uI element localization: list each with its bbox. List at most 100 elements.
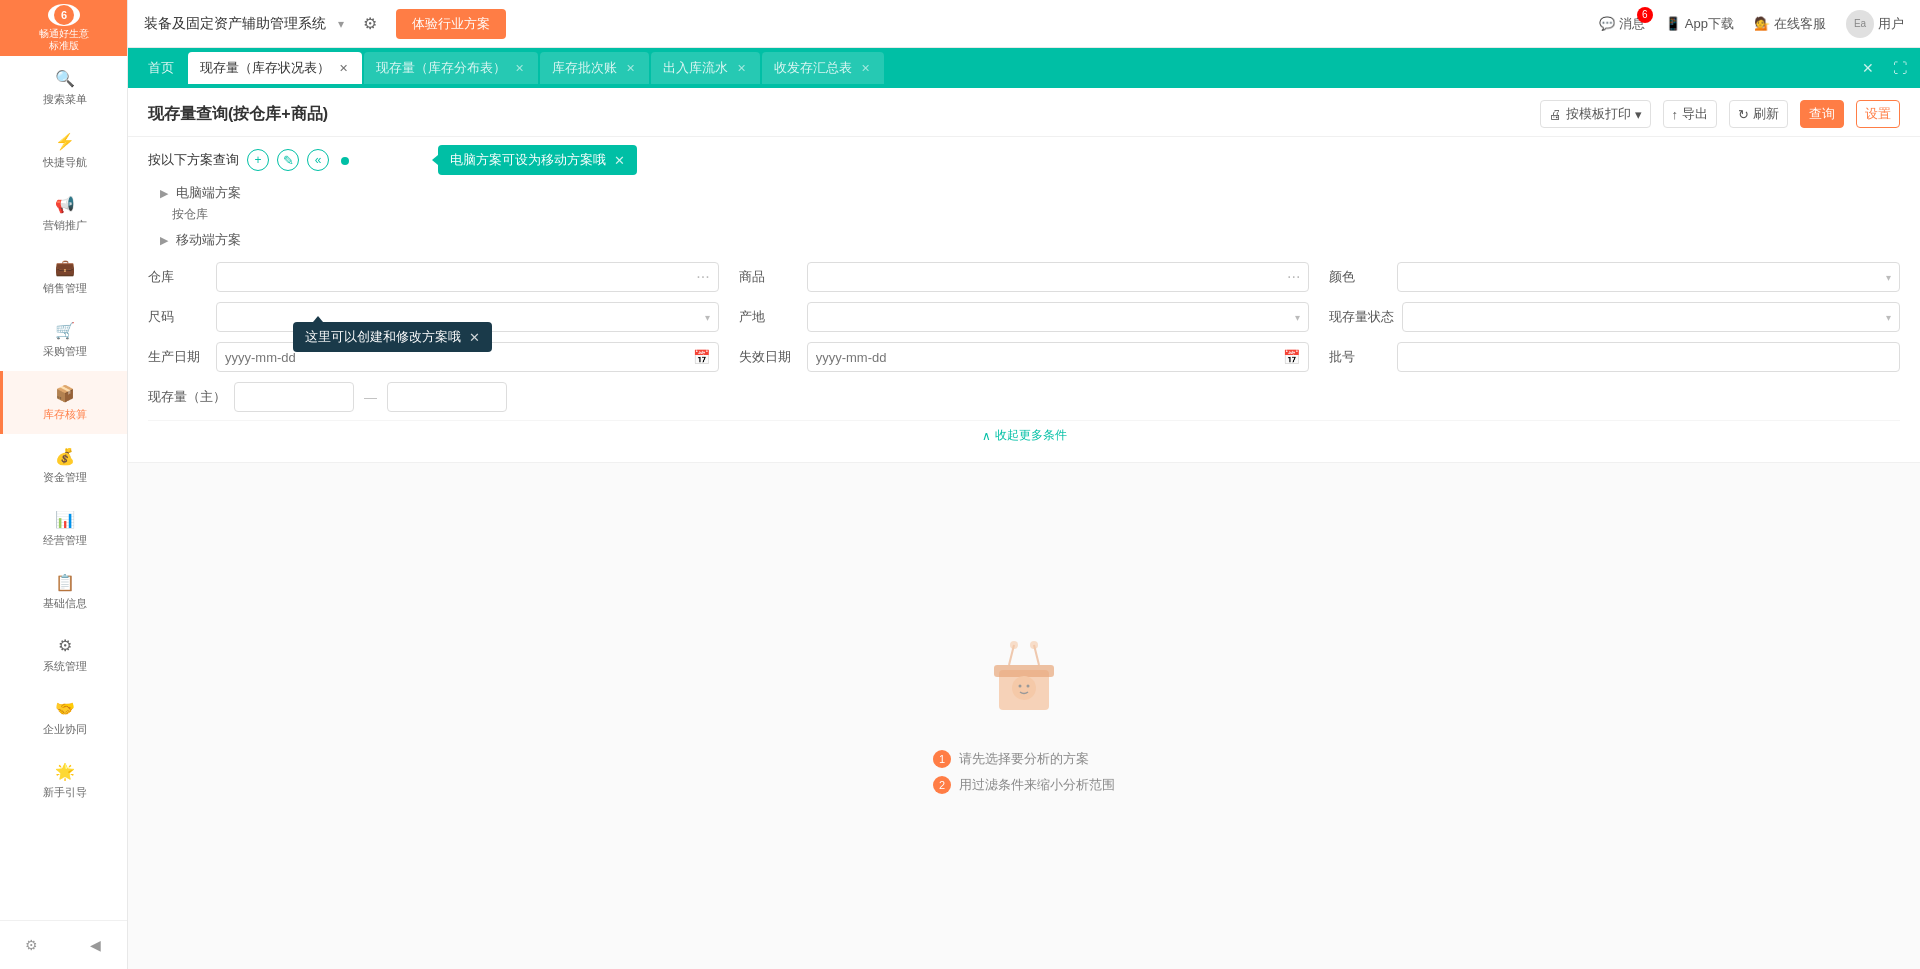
sidebar-item-search[interactable]: 🔍 搜索菜单 (0, 56, 127, 119)
scheme-tooltip-1: 电脑方案可设为移动方案哦 ✕ (438, 145, 637, 175)
sidebar-item-nav[interactable]: ⚡ 快捷导航 (0, 119, 127, 182)
online-service-button[interactable]: 💁 在线客服 (1754, 15, 1826, 33)
finance-icon: 💰 (55, 446, 75, 466)
warehouse-label: 仓库 (148, 268, 208, 286)
topbar-settings-button[interactable]: ⚙ (356, 10, 384, 38)
page-content: 现存量查询(按仓库+商品) 🖨 按模板打印 ▾ ↑ 导出 ↻ 刷新 查询 设置 (128, 88, 1920, 969)
app-download-button[interactable]: 📱 App下载 (1665, 15, 1734, 33)
tabbar-close-all-button[interactable]: ✕ (1856, 56, 1880, 80)
marketing-icon: 📢 (55, 194, 75, 214)
sidebar-item-purchase[interactable]: 🛒 采购管理 (0, 308, 127, 371)
query-button[interactable]: 查询 (1800, 100, 1844, 128)
page-header: 现存量查询(按仓库+商品) 🖨 按模板打印 ▾ ↑ 导出 ↻ 刷新 查询 设置 (128, 88, 1920, 137)
filter-row-origin: 产地 ▾ (739, 302, 1310, 332)
settings-button[interactable]: 设置 (1856, 100, 1900, 128)
sales-icon: 💼 (55, 257, 75, 277)
sidebar-item-sales[interactable]: 💼 销售管理 (0, 245, 127, 308)
edit-scheme-button[interactable]: ✎ (277, 149, 299, 171)
sidebar-item-finance[interactable]: 💰 资金管理 (0, 434, 127, 497)
filter-row-warehouse: 仓库 ··· (148, 262, 719, 292)
sidebar-item-enterprise[interactable]: 🤝 企业协同 (0, 686, 127, 749)
product-select[interactable]: ··· (807, 262, 1310, 292)
industry-solution-button[interactable]: 体验行业方案 (396, 9, 506, 39)
step-number-2: 2 (933, 776, 951, 794)
tabbar-fullscreen-button[interactable]: ⛶ (1888, 56, 1912, 80)
tab-stock-status[interactable]: 现存量（库存状况表） ✕ (188, 52, 362, 84)
origin-select[interactable]: ▾ (807, 302, 1310, 332)
system-name: 装备及固定资产辅助管理系统 (144, 15, 326, 33)
nav-icon: ⚡ (55, 131, 75, 151)
scheme-tooltip-2: 这里可以创建和修改方案哦 ✕ (293, 322, 492, 352)
tab-batch-account[interactable]: 库存批次账 ✕ (540, 52, 649, 84)
calendar-icon-expiry[interactable]: 📅 (1283, 349, 1300, 365)
scheme-sub-item-desktop: 按仓库 (148, 205, 1900, 228)
logo-icon: 6 (48, 4, 80, 26)
empty-step-1: 1 请先选择要分析的方案 (933, 750, 1115, 768)
svg-text:6: 6 (60, 9, 66, 21)
filter-row-batch: 批号 (1329, 342, 1900, 372)
tab-home[interactable]: 首页 (136, 52, 186, 84)
sidebar-item-marketing[interactable]: 📢 营销推广 (0, 182, 127, 245)
system-icon: ⚙ (55, 635, 75, 655)
expiry-date-input[interactable]: 📅 (807, 342, 1310, 372)
tab-stock-distribution[interactable]: 现存量（库存分布表） ✕ (364, 52, 538, 84)
sidebar-item-basic-info[interactable]: 📋 基础信息 (0, 560, 127, 623)
tabbar-right: ✕ ⛶ (1856, 56, 1912, 80)
user-avatar: Ea (1846, 10, 1874, 38)
tab-inout-flow[interactable]: 出入库流水 ✕ (651, 52, 760, 84)
scheme-item-mobile[interactable]: ▶ 移动端方案 (148, 228, 1900, 252)
enterprise-icon: 🤝 (55, 698, 75, 718)
tab-summary[interactable]: 收发存汇总表 ✕ (762, 52, 884, 84)
scheme-item-desktop[interactable]: ▶ 电脑端方案 (148, 181, 1900, 205)
svg-point-5 (1019, 685, 1022, 688)
sidebar-settings-button[interactable]: ⚙ (16, 929, 48, 961)
tab-close-batch[interactable]: ✕ (623, 61, 637, 75)
refresh-button[interactable]: ↻ 刷新 (1729, 100, 1788, 128)
svg-point-9 (1010, 641, 1018, 649)
collapse-bar[interactable]: ∧ 收起更多条件 (148, 420, 1900, 450)
batch-input[interactable] (1397, 342, 1900, 372)
sidebar-item-management[interactable]: 📊 经营管理 (0, 497, 127, 560)
tab-close-inout[interactable]: ✕ (734, 61, 748, 75)
user-menu-button[interactable]: Ea 用户 (1846, 10, 1904, 38)
message-icon: 💬 (1599, 16, 1615, 31)
production-date-label: 生产日期 (148, 348, 208, 366)
stock-max-input[interactable] (387, 382, 507, 412)
export-button[interactable]: ↑ 导出 (1663, 100, 1718, 128)
stock-status-arrow-icon: ▾ (1886, 312, 1891, 323)
notification-button[interactable]: 💬 消息 6 (1599, 15, 1645, 33)
expiry-date-label: 失效日期 (739, 348, 799, 366)
topbar-left: 装备及固定资产辅助管理系统 ▾ ⚙ 体验行业方案 (144, 9, 506, 39)
sidebar-item-system[interactable]: ⚙ 系统管理 (0, 623, 127, 686)
logo-text: 畅通好生意 标准版 (39, 28, 89, 52)
size-arrow-icon: ▾ (705, 312, 710, 323)
sidebar-collapse-button[interactable]: ◀ (79, 929, 111, 961)
product-dots[interactable]: ··· (1287, 268, 1300, 286)
tooltip1-close-button[interactable]: ✕ (614, 153, 625, 168)
expiry-date-field[interactable] (816, 350, 1280, 365)
sidebar: 6 畅通好生意 标准版 🔍 搜索菜单 ⚡ 快捷导航 📢 营销推广 💼 销售管理 … (0, 0, 128, 969)
sidebar-item-inventory[interactable]: 📦 库存核算 (0, 371, 127, 434)
stock-status-label: 现存量状态 (1329, 308, 1394, 326)
warehouse-dots[interactable]: ··· (696, 268, 709, 286)
warehouse-select[interactable]: ··· (216, 262, 719, 292)
add-scheme-button[interactable]: + (247, 149, 269, 171)
purchase-icon: 🛒 (55, 320, 75, 340)
stock-status-select[interactable]: ▾ (1402, 302, 1900, 332)
size-label: 尺码 (148, 308, 208, 326)
back-button[interactable]: « (307, 149, 329, 171)
print-button[interactable]: 🖨 按模板打印 ▾ (1540, 100, 1651, 128)
stock-min-input[interactable] (234, 382, 354, 412)
tooltip2-close-button[interactable]: ✕ (469, 330, 480, 345)
inventory-icon: 📦 (55, 383, 75, 403)
calendar-icon-production[interactable]: 📅 (693, 349, 710, 365)
tab-close-stock-status[interactable]: ✕ (336, 61, 350, 75)
product-label: 商品 (739, 268, 799, 286)
scheme-expand-icon: ▶ (160, 187, 168, 200)
print-icon: 🖨 (1549, 107, 1562, 122)
color-select[interactable]: ▾ (1397, 262, 1900, 292)
topbar-right: 💬 消息 6 📱 App下载 💁 在线客服 Ea 用户 (1599, 10, 1904, 38)
sidebar-item-newbie[interactable]: 🌟 新手引导 (0, 749, 127, 812)
tab-close-summary[interactable]: ✕ (858, 61, 872, 75)
tab-close-stock-dist[interactable]: ✕ (512, 61, 526, 75)
